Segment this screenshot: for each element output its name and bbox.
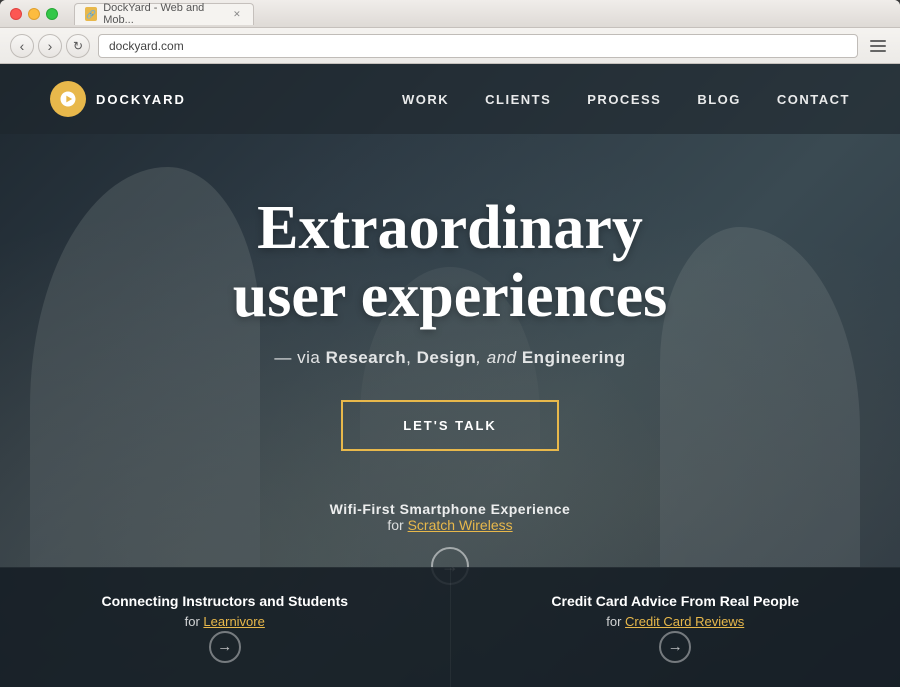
hero-headline-line2: user experiences	[233, 262, 667, 330]
browser-toolbar: ‹ › ↻ dockyard.com	[0, 28, 900, 64]
browser-window: 🔗 DockYard - Web and Mob... ✕ ‹ › ↻ dock…	[0, 0, 900, 64]
nav-item-contact[interactable]: CONTACT	[777, 92, 850, 107]
nav-item-process[interactable]: PROCESS	[587, 92, 661, 107]
subtext-prefix: — via	[274, 348, 325, 367]
address-text: dockyard.com	[109, 39, 184, 53]
subtext-engineering: Engineering	[522, 348, 626, 367]
browser-forward-button[interactable]: ›	[38, 34, 62, 58]
bottom-card-learnivore-for: for Learnivore	[185, 613, 265, 631]
browser-tabs: 🔗 DockYard - Web and Mob... ✕	[74, 3, 890, 25]
browser-tab-active[interactable]: 🔗 DockYard - Web and Mob... ✕	[74, 3, 254, 25]
logo-icon	[50, 81, 86, 117]
hero-section: Extraordinary user experiences — via Res…	[0, 134, 900, 451]
bottom-cards-section: Connecting Instructors and Students for …	[0, 567, 900, 687]
logo-text: DOCKYARD	[96, 92, 186, 107]
menu-line	[870, 45, 886, 47]
menu-line	[870, 50, 886, 52]
subtext-and: , and	[476, 348, 522, 367]
case-study-for-text: for	[387, 517, 407, 533]
creditcard-arrow-button[interactable]: →	[659, 631, 691, 663]
hero-subtext: — via Research, Design, and Engineering	[274, 348, 625, 368]
browser-menu-button[interactable]	[866, 34, 890, 58]
tab-close-button[interactable]: ✕	[231, 7, 243, 21]
site-nav: WORK CLIENTS PROCESS BLOG CONTACT	[402, 92, 850, 107]
minimize-window-button[interactable]	[28, 8, 40, 20]
nav-item-work[interactable]: WORK	[402, 92, 449, 107]
fullscreen-window-button[interactable]	[46, 8, 58, 20]
creditcard-arrow-icon: →	[668, 638, 683, 655]
site-header: DOCKYARD WORK CLIENTS PROCESS BLOG CONTA…	[0, 64, 900, 134]
creditcard-for-text: for	[606, 614, 625, 629]
subtext-design: Design	[417, 348, 477, 367]
subtext-comma1: ,	[406, 348, 416, 367]
bottom-card-creditcard: Credit Card Advice From Real People for …	[451, 567, 900, 687]
nav-item-clients[interactable]: CLIENTS	[485, 92, 551, 107]
case-study-for: for Scratch Wireless	[0, 517, 900, 535]
learnivore-arrow-icon: →	[217, 638, 232, 655]
case-study-title: Wifi-First Smartphone Experience	[0, 501, 900, 517]
creditcard-link[interactable]: Credit Card Reviews	[625, 614, 744, 629]
case-study-link[interactable]: Scratch Wireless	[408, 517, 513, 533]
tab-title-text: DockYard - Web and Mob...	[103, 2, 221, 26]
website-content: DOCKYARD WORK CLIENTS PROCESS BLOG CONTA…	[0, 64, 900, 687]
bottom-card-creditcard-title: Credit Card Advice From Real People	[551, 593, 799, 609]
learnivore-link[interactable]: Learnivore	[203, 614, 264, 629]
subtext-research: Research	[326, 348, 407, 367]
learnivore-arrow-button[interactable]: →	[209, 631, 241, 663]
learnivore-for-text: for	[185, 614, 204, 629]
case-study-title-text: Wifi-First Smartphone Experience	[330, 501, 571, 517]
close-window-button[interactable]	[10, 8, 22, 20]
browser-back-button[interactable]: ‹	[10, 34, 34, 58]
tab-favicon: 🔗	[85, 7, 97, 21]
site-logo[interactable]: DOCKYARD	[50, 81, 186, 117]
browser-titlebar: 🔗 DockYard - Web and Mob... ✕	[0, 0, 900, 28]
traffic-lights	[10, 8, 58, 20]
browser-address-bar[interactable]: dockyard.com	[98, 34, 858, 58]
hero-headline-line1: Extraordinary	[257, 194, 643, 262]
bottom-card-creditcard-for: for Credit Card Reviews	[606, 613, 744, 631]
browser-nav-buttons: ‹ › ↻	[10, 34, 90, 58]
logo-svg	[58, 89, 78, 109]
nav-item-blog[interactable]: BLOG	[697, 92, 741, 107]
bottom-card-learnivore-title: Connecting Instructors and Students	[101, 593, 348, 609]
cta-button[interactable]: LET'S TALK	[341, 400, 559, 451]
browser-refresh-button[interactable]: ↻	[66, 34, 90, 58]
bottom-card-learnivore: Connecting Instructors and Students for …	[0, 567, 451, 687]
menu-line	[870, 40, 886, 42]
hero-headline: Extraordinary user experiences	[233, 194, 667, 330]
